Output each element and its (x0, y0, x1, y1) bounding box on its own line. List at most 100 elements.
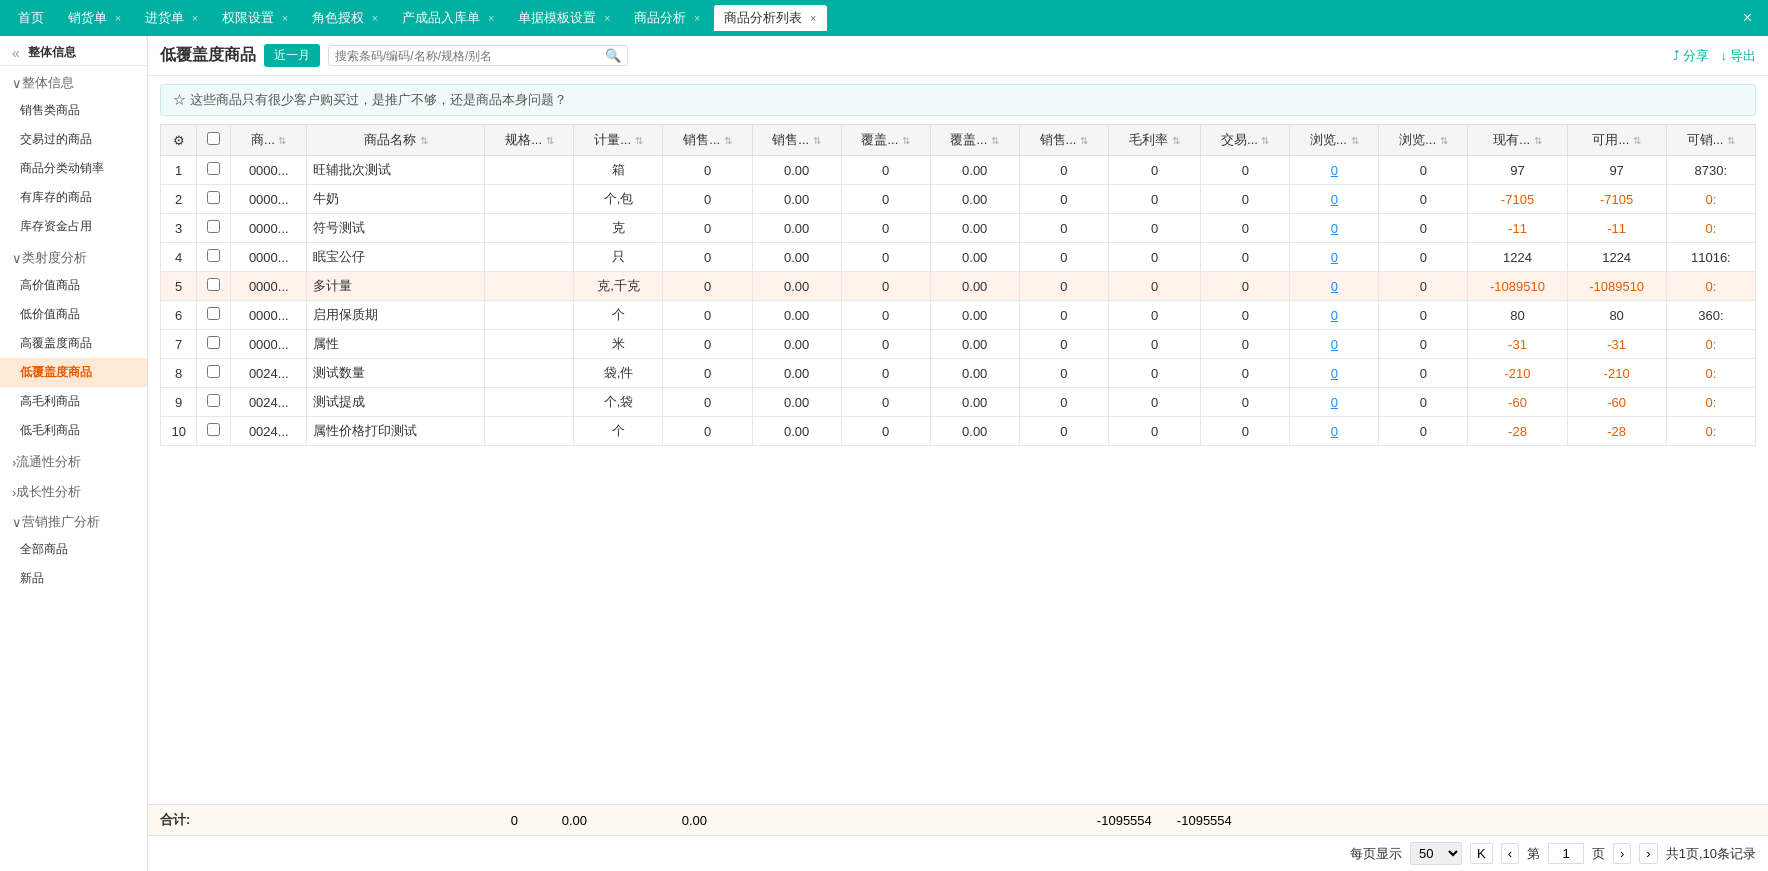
col-unit[interactable]: 计量... ⇅ (574, 125, 663, 156)
row-checkbox[interactable] (207, 394, 220, 407)
nav-permissions-close[interactable]: × (282, 12, 288, 24)
nav-roles[interactable]: 角色授权 × (302, 5, 388, 31)
cell-sales3: 0 (1019, 185, 1108, 214)
nav-template[interactable]: 单据模板设置 × (508, 5, 620, 31)
nav-goods-analysis[interactable]: 商品分析 × (624, 5, 710, 31)
cell-check[interactable] (197, 243, 231, 272)
col-gross-rate[interactable]: 毛利率 ⇅ (1108, 125, 1200, 156)
nav-permissions[interactable]: 权限设置 × (212, 5, 298, 31)
last-page-btn[interactable]: › (1639, 843, 1657, 864)
nav-sales[interactable]: 销货单 × (58, 5, 131, 31)
nav-goods-analysis-list-close[interactable]: × (810, 12, 816, 24)
cell-check[interactable] (197, 359, 231, 388)
cell-browse1[interactable]: 0 (1290, 185, 1379, 214)
search-icon[interactable]: 🔍 (605, 48, 621, 63)
nav-goods-analysis-list[interactable]: 商品分析列表 × (714, 5, 826, 31)
row-checkbox[interactable] (207, 162, 220, 175)
cell-spec (485, 272, 574, 301)
cell-browse1[interactable]: 0 (1290, 301, 1379, 330)
cell-check[interactable] (197, 214, 231, 243)
nav-production-close[interactable]: × (488, 12, 494, 24)
col-sales3[interactable]: 销售... ⇅ (1019, 125, 1108, 156)
sidebar-item-stocked-goods[interactable]: 有库存的商品 (0, 183, 147, 212)
nav-template-close[interactable]: × (604, 12, 610, 24)
cell-sales-qty: 0 (663, 388, 752, 417)
col-available[interactable]: 可用... ⇅ (1567, 125, 1666, 156)
cell-browse1[interactable]: 0 (1290, 417, 1379, 446)
cell-check[interactable] (197, 301, 231, 330)
cell-browse1[interactable]: 0 (1290, 272, 1379, 301)
nav-production[interactable]: 产成品入库单 × (392, 5, 504, 31)
cell-browse1[interactable]: 0 (1290, 214, 1379, 243)
col-sales-amt[interactable]: 销售... ⇅ (752, 125, 841, 156)
cell-check[interactable] (197, 185, 231, 214)
cell-check[interactable] (197, 388, 231, 417)
export-button[interactable]: ↓ 导出 (1721, 47, 1757, 65)
col-code[interactable]: 商... ⇅ (231, 125, 307, 156)
row-checkbox[interactable] (207, 191, 220, 204)
nav-goods-analysis-close[interactable]: × (694, 12, 700, 24)
row-checkbox[interactable] (207, 336, 220, 349)
col-cov1[interactable]: 覆盖... ⇅ (841, 125, 930, 156)
cell-check[interactable] (197, 417, 231, 446)
prev-page-btn[interactable]: ‹ (1501, 843, 1519, 864)
sidebar-item-capital-usage[interactable]: 库存资金占用 (0, 212, 147, 241)
col-checkbox[interactable] (197, 125, 231, 156)
sidebar-group-flow-title[interactable]: › 流通性分析 (0, 445, 147, 475)
sidebar-item-category-rate[interactable]: 商品分类动销率 (0, 154, 147, 183)
sidebar-item-low-coverage[interactable]: 低覆盖度商品 (0, 358, 147, 387)
cell-check[interactable] (197, 330, 231, 359)
sidebar-item-all-goods[interactable]: 全部商品 (0, 535, 147, 564)
sidebar-item-traded-goods[interactable]: 交易过的商品 (0, 125, 147, 154)
col-browse1[interactable]: 浏览... ⇅ (1290, 125, 1379, 156)
row-checkbox[interactable] (207, 423, 220, 436)
select-all-checkbox[interactable] (207, 132, 220, 145)
sidebar-group-marketing-title[interactable]: ∨ 营销推广分析 (0, 505, 147, 535)
cell-browse1[interactable]: 0 (1290, 156, 1379, 185)
sidebar-item-new-goods[interactable]: 新品 (0, 564, 147, 593)
share-button[interactable]: ⤴ 分享 (1673, 47, 1709, 65)
col-sales-qty[interactable]: 销售... ⇅ (663, 125, 752, 156)
col-sellable[interactable]: 可销... ⇅ (1666, 125, 1755, 156)
cell-check[interactable] (197, 272, 231, 301)
row-checkbox[interactable] (207, 249, 220, 262)
sidebar-item-high-coverage[interactable]: 高覆盖度商品 (0, 329, 147, 358)
page-number-input[interactable] (1548, 843, 1584, 864)
nav-roles-close[interactable]: × (372, 12, 378, 24)
search-input[interactable] (335, 49, 601, 63)
cell-browse1[interactable]: 0 (1290, 388, 1379, 417)
sidebar-item-high-value[interactable]: 高价值商品 (0, 271, 147, 300)
cell-browse1[interactable]: 0 (1290, 243, 1379, 272)
nav-home[interactable]: 首页 (8, 5, 54, 31)
time-filter-button[interactable]: 近一月 (264, 44, 320, 67)
window-close-btn[interactable]: × (1735, 9, 1760, 27)
col-trade[interactable]: 交易... ⇅ (1201, 125, 1290, 156)
nav-sales-close[interactable]: × (115, 12, 121, 24)
col-browse2[interactable]: 浏览... ⇅ (1379, 125, 1468, 156)
nav-purchase-close[interactable]: × (192, 12, 198, 24)
row-checkbox[interactable] (207, 307, 220, 320)
col-current[interactable]: 现有... ⇅ (1468, 125, 1567, 156)
nav-purchase[interactable]: 进货单 × (135, 5, 208, 31)
col-name[interactable]: 商品名称 ⇅ (307, 125, 485, 156)
sidebar-item-high-profit[interactable]: 高毛利商品 (0, 387, 147, 416)
col-spec[interactable]: 规格... ⇅ (485, 125, 574, 156)
next-page-btn[interactable]: › (1613, 843, 1631, 864)
sidebar-item-sales-goods[interactable]: 销售类商品 (0, 96, 147, 125)
col-cov2[interactable]: 覆盖... ⇅ (930, 125, 1019, 156)
row-checkbox[interactable] (207, 278, 220, 291)
per-page-select[interactable]: 50 100 200 (1410, 842, 1462, 865)
first-page-btn[interactable]: K (1470, 843, 1493, 864)
sidebar-collapse-btn[interactable]: « (8, 45, 24, 61)
sidebar-item-low-value[interactable]: 低价值商品 (0, 300, 147, 329)
cell-check[interactable] (197, 156, 231, 185)
sidebar-item-low-profit[interactable]: 低毛利商品 (0, 416, 147, 445)
sidebar-group-growth-title[interactable]: › 成长性分析 (0, 475, 147, 505)
sidebar-group-overall-title[interactable]: ∨ 整体信息 (0, 66, 147, 96)
row-checkbox[interactable] (207, 365, 220, 378)
col-settings[interactable]: ⚙ (161, 125, 197, 156)
cell-browse1[interactable]: 0 (1290, 330, 1379, 359)
sidebar-group-coverage-title[interactable]: ∨ 类射度分析 (0, 241, 147, 271)
cell-browse1[interactable]: 0 (1290, 359, 1379, 388)
row-checkbox[interactable] (207, 220, 220, 233)
